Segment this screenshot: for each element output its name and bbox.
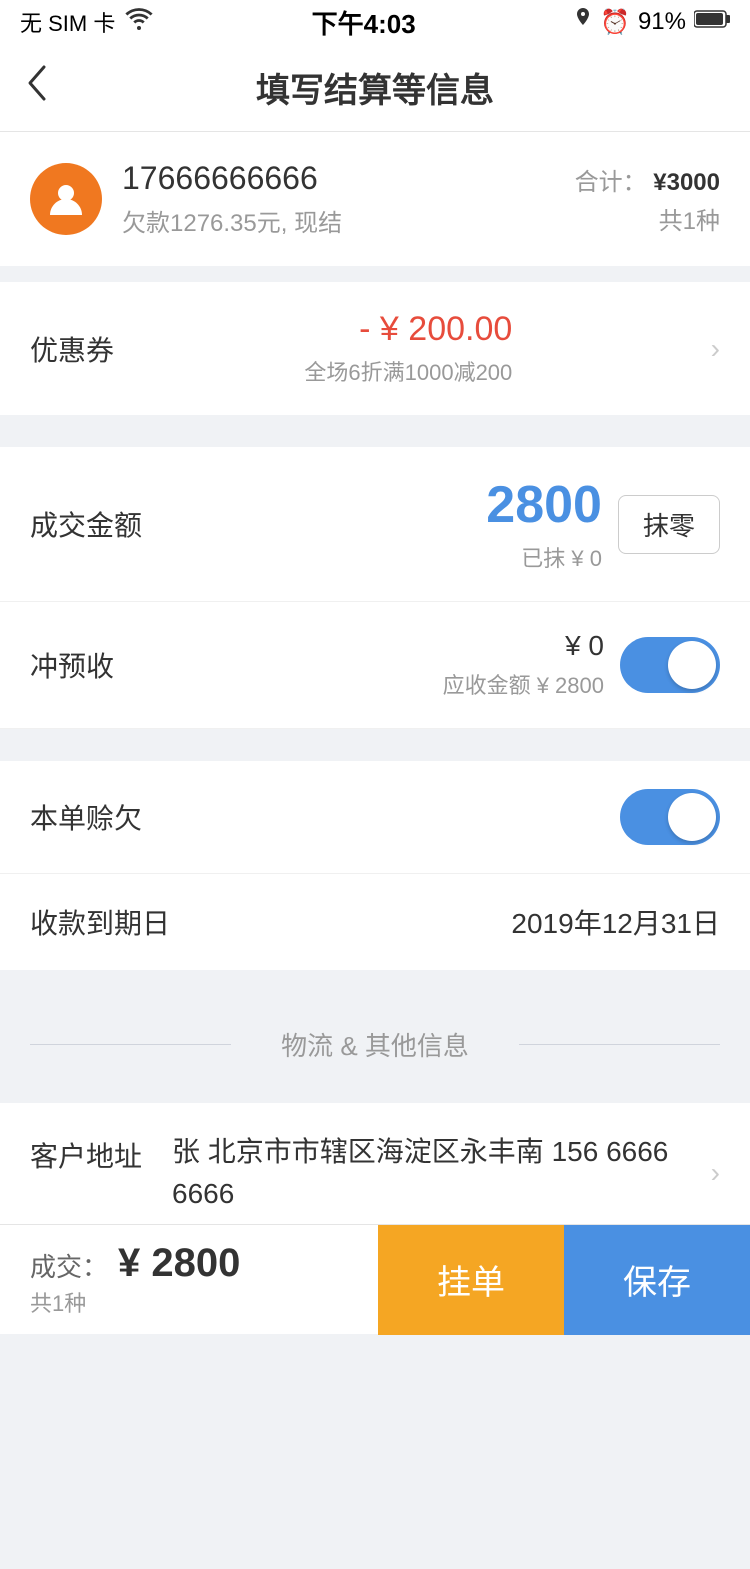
clock-icon: ⏰ xyxy=(600,8,630,37)
summary-label: 成交： xyxy=(30,1247,108,1284)
debt-section: 本单赊欠 收款到期日 2019年12月31日 xyxy=(0,761,750,970)
divider-3 xyxy=(0,986,750,1002)
total-label: 合计： ¥3000 xyxy=(575,162,720,197)
divider-1 xyxy=(0,431,750,447)
nav-bar: 填写结算等信息 xyxy=(0,44,750,132)
amount-right: 2800 已抹 ¥ 0 抹零 xyxy=(486,475,720,573)
logistics-header: 物流 & 其他信息 xyxy=(0,1002,750,1087)
total-count: 共1种 xyxy=(575,201,720,236)
amount-label: 成交金额 xyxy=(30,504,142,544)
location-icon xyxy=(574,8,592,37)
amount-value-wrapper: 2800 已抹 ¥ 0 xyxy=(486,475,602,573)
prepayment-sub: 应收金额 ¥ 2800 xyxy=(443,668,604,700)
logistics-header-text: 物流 & 其他信息 xyxy=(281,1026,469,1063)
coupon-row[interactable]: 优惠券 - ¥ 200.00 全场6折满1000减200 › xyxy=(0,282,750,415)
address-label: 客户地址 xyxy=(30,1131,142,1175)
summary-amount: ¥ 2800 xyxy=(118,1241,240,1286)
prepayment-right: ¥ 0 应收金额 ¥ 2800 xyxy=(443,630,720,700)
battery-text: 91% xyxy=(638,8,686,36)
customer-debt: 欠款1276.35元, 现结 xyxy=(122,203,342,238)
customer-info: 17666666666 欠款1276.35元, 现结 xyxy=(122,160,342,238)
coupon-amount: - ¥ 200.00 xyxy=(304,310,512,349)
header-line-right xyxy=(519,1044,720,1045)
wifi-icon xyxy=(125,8,153,37)
due-date-label: 收款到期日 xyxy=(30,902,170,942)
customer-card: 17666666666 欠款1276.35元, 现结 合计： ¥3000 共1种 xyxy=(0,132,750,266)
customer-left: 17666666666 欠款1276.35元, 现结 xyxy=(30,160,342,238)
coupon-label: 优惠券 xyxy=(30,329,114,369)
prepayment-value: ¥ 0 xyxy=(443,630,604,662)
amount-value: 2800 xyxy=(486,475,602,535)
page-title: 填写结算等信息 xyxy=(256,63,494,112)
debt-row: 本单赊欠 xyxy=(0,761,750,874)
due-date-value: 2019年12月31日 xyxy=(511,902,720,942)
header-line-left xyxy=(30,1044,231,1045)
sim-status: 无 SIM 卡 xyxy=(20,6,115,38)
avatar xyxy=(30,163,102,235)
debt-toggle[interactable] xyxy=(620,789,720,845)
coupon-section: 优惠券 - ¥ 200.00 全场6折满1000减200 › xyxy=(0,282,750,415)
prepayment-value-wrapper: ¥ 0 应收金额 ¥ 2800 xyxy=(443,630,604,700)
round-button[interactable]: 抹零 xyxy=(618,495,720,554)
coupon-right: - ¥ 200.00 全场6折满1000减200 xyxy=(304,310,512,387)
status-time: 下午4:03 xyxy=(312,4,416,41)
debt-toggle-knob xyxy=(668,793,716,841)
address-row[interactable]: 客户地址 张 北京市市辖区海淀区永丰南 156 6666 6666 › xyxy=(0,1103,750,1243)
prepayment-toggle[interactable] xyxy=(620,637,720,693)
status-right: ⏰ 91% xyxy=(574,8,730,37)
status-bar: 无 SIM 卡 下午4:03 ⏰ 91% xyxy=(0,0,750,44)
summary-row: 成交： ¥ 2800 xyxy=(30,1241,348,1286)
coupon-chevron-icon: › xyxy=(711,333,720,365)
status-left: 无 SIM 卡 xyxy=(20,6,153,38)
divider-4 xyxy=(0,1087,750,1103)
debt-label: 本单赊欠 xyxy=(30,797,142,837)
bottom-bar: 成交： ¥ 2800 共1种 挂单 保存 xyxy=(0,1224,750,1334)
amount-section: 成交金额 2800 已抹 ¥ 0 抹零 冲预收 ¥ 0 应收金额 ¥ 2800 xyxy=(0,447,750,729)
customer-right: 合计： ¥3000 共1种 xyxy=(575,162,720,236)
prepayment-row: 冲预收 ¥ 0 应收金额 ¥ 2800 xyxy=(0,602,750,729)
bottom-summary: 成交： ¥ 2800 共1种 xyxy=(0,1241,378,1318)
battery-icon xyxy=(694,8,730,36)
back-button[interactable] xyxy=(24,63,48,112)
divider-2 xyxy=(0,745,750,761)
amount-row: 成交金额 2800 已抹 ¥ 0 抹零 xyxy=(0,447,750,602)
hang-button[interactable]: 挂单 xyxy=(378,1225,564,1335)
save-button[interactable]: 保存 xyxy=(564,1225,750,1335)
address-value: 张 北京市市辖区海淀区永丰南 156 6666 6666 xyxy=(172,1131,701,1215)
coupon-desc: 全场6折满1000减200 xyxy=(304,355,512,387)
due-date-row: 收款到期日 2019年12月31日 xyxy=(0,874,750,970)
content: 17666666666 欠款1276.35元, 现结 合计： ¥3000 共1种… xyxy=(0,132,750,1569)
address-chevron-icon: › xyxy=(711,1157,720,1189)
customer-phone: 17666666666 xyxy=(122,160,342,197)
prepayment-label: 冲预收 xyxy=(30,645,114,685)
summary-count: 共1种 xyxy=(30,1286,348,1318)
toggle-knob xyxy=(668,641,716,689)
amount-sub: 已抹 ¥ 0 xyxy=(486,541,602,573)
